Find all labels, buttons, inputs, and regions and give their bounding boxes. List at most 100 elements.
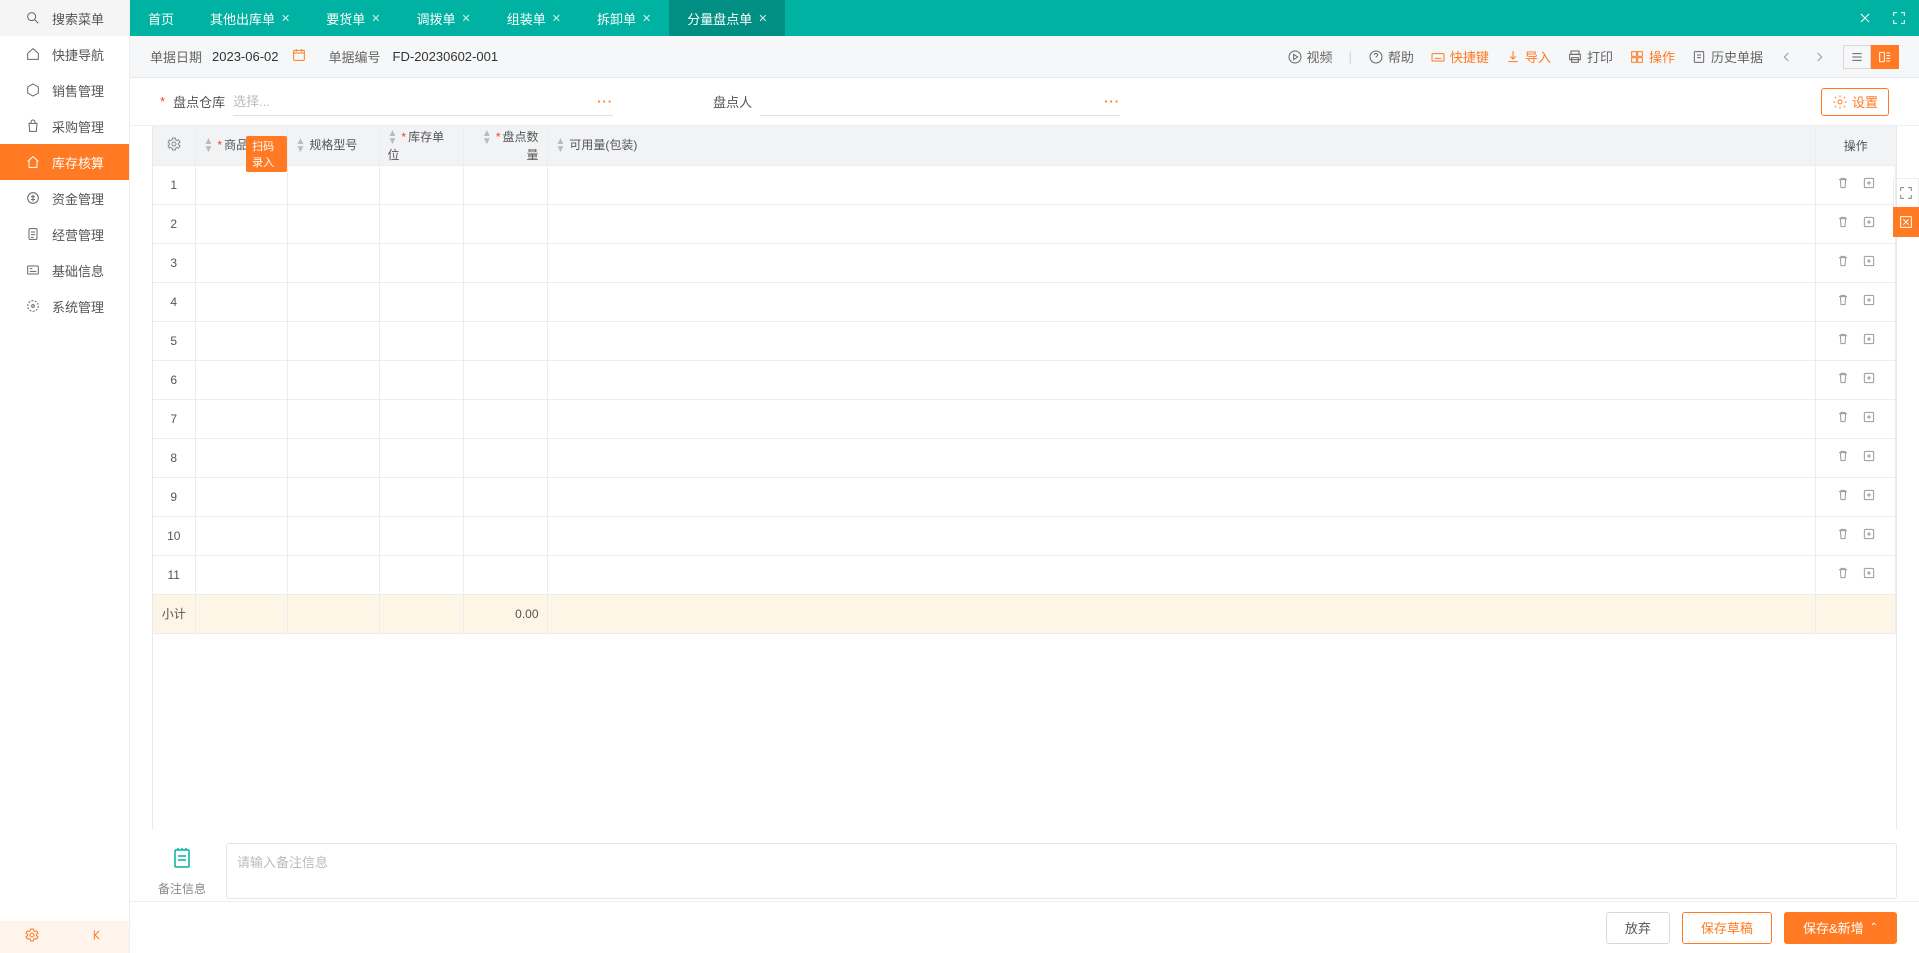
cell-spec[interactable] (287, 399, 379, 438)
cell-qty[interactable] (463, 477, 547, 516)
warehouse-input[interactable] (233, 94, 613, 109)
cell-avail[interactable] (547, 555, 1816, 594)
delete-row-icon[interactable] (1835, 253, 1851, 272)
float-fullscreen-icon[interactable] (1893, 207, 1919, 237)
cell-goods[interactable] (195, 477, 287, 516)
cell-qty[interactable] (463, 360, 547, 399)
tab-4[interactable]: 组装单✕ (489, 0, 579, 36)
cell-goods[interactable] (195, 399, 287, 438)
tab-2[interactable]: 要货单✕ (308, 0, 398, 36)
table-row[interactable]: 7 (153, 399, 1896, 438)
cell-qty[interactable] (463, 165, 547, 204)
add-row-icon[interactable] (1861, 175, 1877, 194)
cell-qty[interactable] (463, 516, 547, 555)
table-row[interactable]: 10 (153, 516, 1896, 555)
close-icon[interactable]: ✕ (462, 12, 471, 25)
discard-button[interactable]: 放弃 (1606, 912, 1670, 944)
table-row[interactable]: 1 (153, 165, 1896, 204)
view-grid-icon[interactable] (1871, 45, 1899, 69)
table-row[interactable]: 6 (153, 360, 1896, 399)
add-row-icon[interactable] (1861, 526, 1877, 545)
tab-0[interactable]: 首页 (130, 0, 192, 36)
add-row-icon[interactable] (1861, 292, 1877, 311)
cell-avail[interactable] (547, 477, 1816, 516)
cell-unit[interactable] (379, 243, 463, 282)
print-action[interactable]: 打印 (1567, 47, 1613, 66)
delete-row-icon[interactable] (1835, 292, 1851, 311)
cell-spec[interactable] (287, 321, 379, 360)
cell-qty[interactable] (463, 321, 547, 360)
cell-unit[interactable] (379, 477, 463, 516)
cell-unit[interactable] (379, 516, 463, 555)
sidebar-item-purchase[interactable]: 采购管理 (0, 108, 129, 144)
table-row[interactable]: 9 (153, 477, 1896, 516)
delete-row-icon[interactable] (1835, 526, 1851, 545)
cell-avail[interactable] (547, 399, 1816, 438)
cell-avail[interactable] (547, 516, 1816, 555)
sidebar-item-operation[interactable]: 经营管理 (0, 216, 129, 252)
notes-input[interactable] (226, 843, 1897, 899)
help-action[interactable]: 帮助 (1368, 47, 1414, 66)
import-action[interactable]: 导入 (1505, 47, 1551, 66)
column-settings-button[interactable]: 设置 (1821, 88, 1889, 116)
add-row-icon[interactable] (1861, 565, 1877, 584)
add-row-icon[interactable] (1861, 370, 1877, 389)
next-page-icon[interactable] (1811, 49, 1827, 65)
cell-goods[interactable] (195, 321, 287, 360)
cell-goods[interactable] (195, 360, 287, 399)
sidebar-item-inventory[interactable]: 库存核算 (0, 144, 129, 180)
cell-unit[interactable] (379, 555, 463, 594)
cell-goods[interactable] (195, 282, 287, 321)
add-row-icon[interactable] (1861, 409, 1877, 428)
cell-spec[interactable] (287, 516, 379, 555)
scan-entry-tag[interactable]: 扫码录入 (246, 136, 286, 172)
table-row[interactable]: 2 (153, 204, 1896, 243)
col-header-gear[interactable] (153, 126, 195, 165)
video-action[interactable]: 视频 (1287, 47, 1333, 66)
table-row[interactable]: 3 (153, 243, 1896, 282)
col-header-spec[interactable]: ▲▼规格型号 (287, 126, 379, 165)
delete-row-icon[interactable] (1835, 370, 1851, 389)
delete-row-icon[interactable] (1835, 331, 1851, 350)
operate-action[interactable]: 操作 (1629, 47, 1675, 66)
cell-spec[interactable] (287, 555, 379, 594)
cell-unit[interactable] (379, 399, 463, 438)
close-icon[interactable]: ✕ (758, 12, 767, 25)
add-row-icon[interactable] (1861, 448, 1877, 467)
add-row-icon[interactable] (1861, 487, 1877, 506)
cell-avail[interactable] (547, 282, 1816, 321)
close-icon[interactable]: ✕ (371, 12, 380, 25)
prev-page-icon[interactable] (1779, 49, 1795, 65)
table-scroll[interactable]: ▲▼*商品扫码录入 ▲▼规格型号 ▲▼*库存单位 ▲▼*盘点数量 ▲▼可用量(包… (152, 126, 1897, 829)
tab-3[interactable]: 调拨单✕ (398, 0, 488, 36)
cell-goods[interactable] (195, 555, 287, 594)
close-icon[interactable]: ✕ (281, 12, 290, 25)
cell-spec[interactable] (287, 243, 379, 282)
sidebar-item-base-info[interactable]: 基础信息 (0, 252, 129, 288)
add-row-icon[interactable] (1861, 214, 1877, 233)
cell-spec[interactable] (287, 204, 379, 243)
delete-row-icon[interactable] (1835, 487, 1851, 506)
cell-avail[interactable] (547, 204, 1816, 243)
cell-avail[interactable] (547, 321, 1816, 360)
shortcut-action[interactable]: 快捷键 (1430, 47, 1489, 66)
float-expand-icon[interactable] (1893, 178, 1919, 208)
cell-unit[interactable] (379, 438, 463, 477)
cell-avail[interactable] (547, 438, 1816, 477)
cell-goods[interactable] (195, 243, 287, 282)
cell-qty[interactable] (463, 438, 547, 477)
calendar-icon[interactable] (291, 47, 307, 66)
cell-spec[interactable] (287, 165, 379, 204)
delete-row-icon[interactable] (1835, 409, 1851, 428)
cell-unit[interactable] (379, 204, 463, 243)
delete-row-icon[interactable] (1835, 448, 1851, 467)
close-all-icon[interactable] (1855, 8, 1875, 28)
person-more-icon[interactable]: ··· (1104, 94, 1120, 109)
table-row[interactable]: 8 (153, 438, 1896, 477)
warehouse-more-icon[interactable]: ··· (597, 94, 613, 109)
cell-spec[interactable] (287, 438, 379, 477)
cell-avail[interactable] (547, 243, 1816, 282)
gear-icon[interactable] (24, 927, 40, 948)
sidebar-item-quick-nav[interactable]: 快捷导航 (0, 36, 129, 72)
sidebar-item-fund[interactable]: 资金管理 (0, 180, 129, 216)
